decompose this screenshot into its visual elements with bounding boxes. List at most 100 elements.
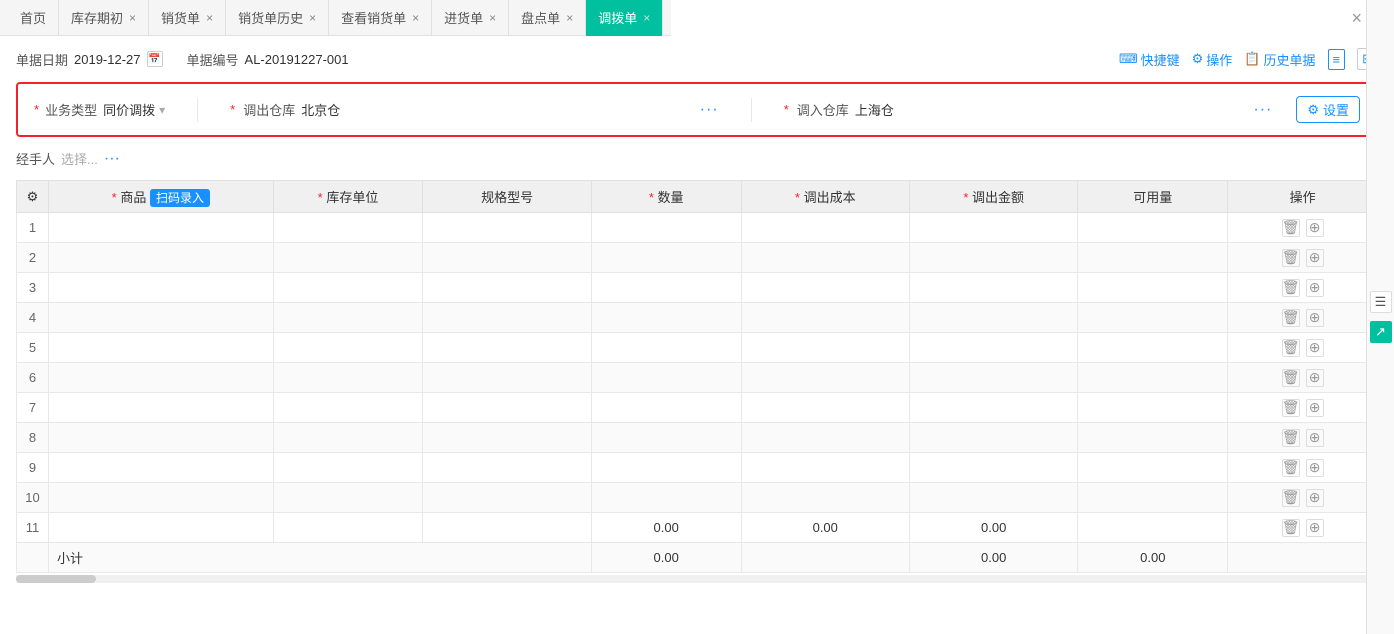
cell-unit[interactable] (273, 303, 423, 333)
cell-unit[interactable] (273, 243, 423, 273)
cell-amount[interactable] (909, 423, 1077, 453)
cell-amount[interactable] (909, 213, 1077, 243)
cell-cost[interactable] (741, 423, 909, 453)
date-picker-icon[interactable]: 📅 (147, 51, 163, 67)
shortcuts-btn[interactable]: ⌨ 快捷键 (1119, 50, 1180, 69)
cell-unit[interactable] (273, 273, 423, 303)
main-close-button[interactable]: × (1351, 8, 1362, 29)
tab-sales-order[interactable]: 销货单 × (149, 0, 226, 36)
cell-product[interactable] (49, 363, 274, 393)
cell-product[interactable] (49, 333, 274, 363)
cell-cost[interactable] (741, 363, 909, 393)
cell-unit[interactable] (273, 213, 423, 243)
tab-stocktake[interactable]: 盘点单 × (509, 0, 586, 36)
cell-amount[interactable] (909, 303, 1077, 333)
cell-product[interactable] (49, 243, 274, 273)
cell-quantity[interactable] (591, 363, 741, 393)
close-tab-stocktake[interactable]: × (566, 11, 573, 25)
cell-unit[interactable] (273, 333, 423, 363)
cell-spec[interactable] (423, 393, 591, 423)
close-tab-transfer[interactable]: × (643, 11, 650, 25)
cell-quantity[interactable] (591, 453, 741, 483)
copy-icon[interactable]: ⊕ (1306, 399, 1324, 417)
tab-purchase[interactable]: 进货单 × (432, 0, 509, 36)
cell-unit[interactable] (273, 363, 423, 393)
close-tab-purchase[interactable]: × (489, 11, 496, 25)
copy-icon[interactable]: ⊕ (1306, 489, 1324, 507)
cell-quantity[interactable] (591, 243, 741, 273)
delete-icon[interactable]: 🗑 (1282, 249, 1300, 267)
cell-amount[interactable] (909, 393, 1077, 423)
cell-product[interactable] (49, 453, 274, 483)
tab-sales-history[interactable]: 销货单历史 × (226, 0, 329, 36)
close-tab-sales-history[interactable]: × (309, 11, 316, 25)
copy-icon[interactable]: ⊕ (1306, 369, 1324, 387)
delete-icon[interactable]: 🗑 (1282, 399, 1300, 417)
cell-amount[interactable] (909, 273, 1077, 303)
cell-spec[interactable] (423, 483, 591, 513)
delete-icon[interactable]: 🗑 (1282, 489, 1300, 507)
cell-cost[interactable] (741, 273, 909, 303)
handler-more-btn[interactable]: ··· (104, 150, 120, 168)
copy-icon[interactable]: ⊕ (1306, 519, 1324, 537)
cell-amount[interactable] (909, 333, 1077, 363)
delete-icon[interactable]: 🗑 (1282, 369, 1300, 387)
cell-unit[interactable] (273, 483, 423, 513)
cell-product[interactable] (49, 483, 274, 513)
cell-cost[interactable] (741, 453, 909, 483)
operations-btn[interactable]: ⚙ 操作 (1192, 50, 1233, 69)
history-btn[interactable]: 📋 历史单据 (1244, 50, 1315, 69)
tab-home[interactable]: 首页 (8, 0, 59, 36)
close-tab-view-sales[interactable]: × (412, 11, 419, 25)
tab-inventory-init[interactable]: 库存期初 × (59, 0, 149, 36)
cell-quantity[interactable] (591, 393, 741, 423)
delete-icon[interactable]: 🗑 (1282, 309, 1300, 327)
cell-cost[interactable] (741, 333, 909, 363)
transfer-out-more-btn[interactable]: ··· (700, 101, 719, 119)
cell-unit[interactable] (273, 393, 423, 423)
sidebar-export-icon[interactable]: ↗ (1370, 321, 1392, 343)
cell-cost[interactable] (741, 243, 909, 273)
cell-quantity[interactable] (591, 213, 741, 243)
view-toggle-list[interactable]: ≡ (1328, 49, 1346, 70)
cell-spec[interactable] (423, 423, 591, 453)
delete-icon[interactable]: 🗑 (1282, 429, 1300, 447)
cell-cost[interactable] (741, 483, 909, 513)
delete-icon[interactable]: 🗑 (1282, 219, 1300, 237)
transfer-in-more-btn[interactable]: ··· (1253, 101, 1272, 119)
cell-spec[interactable] (423, 273, 591, 303)
cell-product[interactable] (49, 303, 274, 333)
copy-icon[interactable]: ⊕ (1306, 219, 1324, 237)
col-settings[interactable]: ⚙ (17, 181, 49, 213)
cell-amount[interactable] (909, 453, 1077, 483)
copy-icon[interactable]: ⊕ (1306, 459, 1324, 477)
delete-icon[interactable]: 🗑 (1282, 339, 1300, 357)
cell-cost[interactable] (741, 213, 909, 243)
date-value[interactable]: 2019-12-27 (74, 52, 141, 67)
cell-amount[interactable] (909, 243, 1077, 273)
cell-spec[interactable] (423, 333, 591, 363)
copy-icon[interactable]: ⊕ (1306, 309, 1324, 327)
cell-product[interactable] (49, 273, 274, 303)
cell-quantity[interactable] (591, 483, 741, 513)
business-type-select[interactable]: 同价调拨 ▾ (103, 100, 165, 119)
close-tab-inventory-init[interactable]: × (129, 11, 136, 25)
close-tab-sales-order[interactable]: × (206, 11, 213, 25)
settings-button[interactable]: ⚙ 设置 (1296, 96, 1360, 123)
scrollbar-thumb[interactable] (16, 575, 96, 583)
cell-spec[interactable] (423, 453, 591, 483)
cell-spec[interactable] (423, 363, 591, 393)
copy-icon[interactable]: ⊕ (1306, 279, 1324, 297)
cell-amount[interactable] (909, 363, 1077, 393)
cell-product[interactable] (49, 213, 274, 243)
copy-icon[interactable]: ⊕ (1306, 429, 1324, 447)
delete-icon[interactable]: 🗑 (1282, 279, 1300, 297)
cell-amount[interactable] (909, 483, 1077, 513)
cell-product[interactable] (49, 393, 274, 423)
copy-icon[interactable]: ⊕ (1306, 339, 1324, 357)
horizontal-scrollbar[interactable] (16, 575, 1378, 583)
cell-product[interactable] (49, 423, 274, 453)
delete-icon[interactable]: 🗑 (1282, 519, 1300, 537)
cell-cost[interactable] (741, 303, 909, 333)
cell-unit[interactable] (273, 423, 423, 453)
